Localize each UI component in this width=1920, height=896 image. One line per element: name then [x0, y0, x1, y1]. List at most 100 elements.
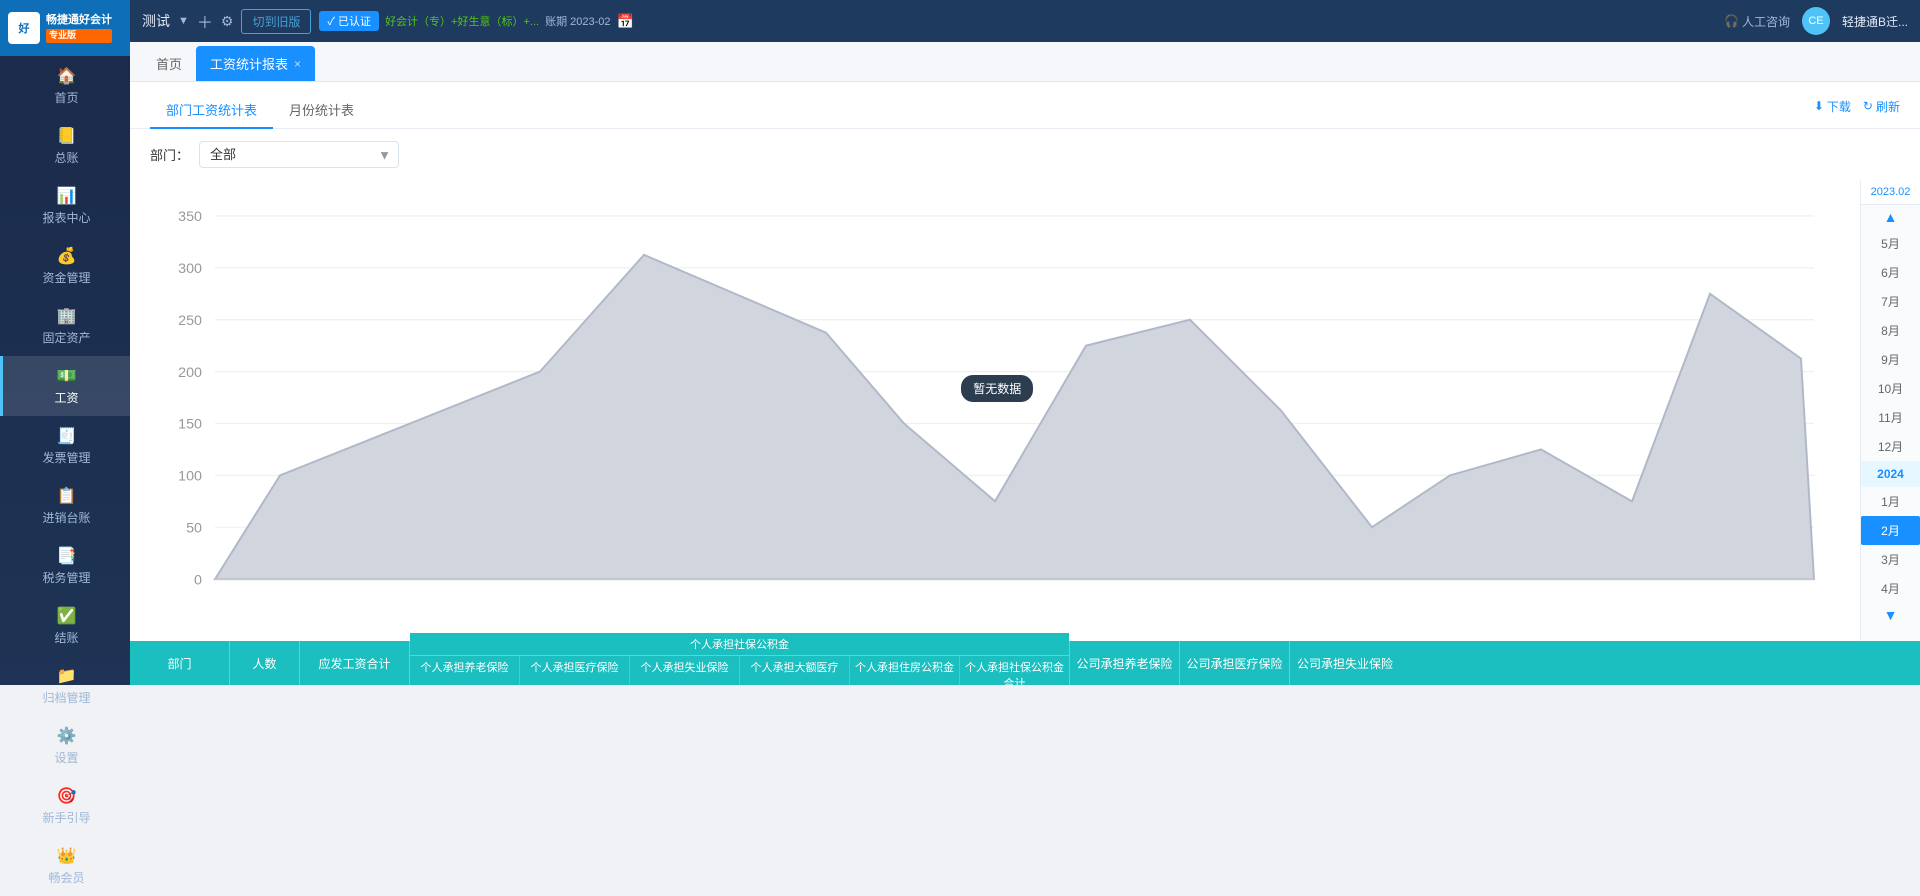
guide-icon: 🎯	[57, 786, 77, 806]
sidebar: 好 畅捷通好会计 专业版 🏠 首页 📒 总账 📊 报表中心 💰 资金管理 🏢 固…	[0, 0, 130, 685]
gear-icon[interactable]: ⚙	[221, 13, 234, 30]
sidebar-item-invoice[interactable]: 🧾 发票管理	[0, 416, 130, 476]
date-month-9[interactable]: 9月	[1861, 345, 1920, 374]
sub-tab-dept[interactable]: 部门工资统计表	[150, 92, 273, 129]
sub-tab-dept-label: 部门工资统计表	[166, 103, 257, 118]
col-personal-total: 个人承担社保公积金合计	[960, 656, 1069, 686]
col-headcount: 人数	[230, 641, 300, 685]
invoice-icon: 🧾	[57, 426, 77, 446]
col-total-salary: 应发工资合计	[300, 641, 410, 685]
settlement-icon: ✅	[57, 606, 77, 626]
logo-icon: 好	[8, 12, 40, 44]
tab-salary-report[interactable]: 工资统计报表 ×	[196, 46, 315, 81]
dept-filter-wrap: 全部 部门1 部门2 ▼	[199, 141, 399, 168]
sidebar-label-trade: 进销台账	[42, 509, 90, 526]
table-header-bar: 部门 人数 应发工资合计 个人承担社保公积金 个人承担养老保险 个人承担医疗	[130, 641, 1920, 685]
account-type-badge: 好会计（专）+好生意（标）+...	[385, 13, 539, 29]
member-icon: 👑	[57, 846, 77, 866]
col-total-salary-label: 应发工资合计	[318, 655, 390, 672]
svg-text:350: 350	[178, 209, 202, 225]
date-month-apr[interactable]: 4月	[1861, 574, 1920, 603]
sidebar-item-member[interactable]: 👑 畅会员	[0, 836, 130, 896]
calendar-icon[interactable]: 📅	[617, 13, 634, 30]
download-label: 下载	[1827, 98, 1851, 115]
download-icon: ⬇	[1814, 99, 1824, 113]
sidebar-label-guide: 新手引导	[42, 809, 90, 826]
sidebar-item-ledger[interactable]: 📒 总账	[0, 116, 130, 176]
username: 轻捷通B迁...	[1842, 13, 1908, 30]
tab-salary-report-label: 工资统计报表	[210, 54, 288, 73]
sidebar-item-settings[interactable]: ⚙️ 设置	[0, 716, 130, 776]
sidebar-item-salary[interactable]: 💵 工资	[0, 356, 130, 416]
sidebar-item-settlement[interactable]: ✅ 结账	[0, 596, 130, 656]
col-company-unemployment: 公司承担失业保险	[1290, 641, 1400, 685]
sidebar-label-salary: 工资	[54, 389, 78, 406]
col-company-pension-label: 公司承担养老保险	[1076, 655, 1172, 672]
tab-home[interactable]: 首页	[142, 46, 196, 81]
dept-filter-label: 部门：	[150, 145, 189, 164]
sub-tab-actions: ⬇ 下载 ↻ 刷新	[1814, 98, 1900, 123]
switch-version-button[interactable]: 切到旧版	[241, 9, 311, 34]
sidebar-item-tax[interactable]: 📑 税务管理	[0, 536, 130, 596]
sidebar-label-archive: 归档管理	[42, 689, 90, 706]
date-month-jan[interactable]: 1月	[1861, 487, 1920, 516]
sidebar-label-tax: 税务管理	[42, 569, 90, 586]
date-month-10[interactable]: 10月	[1861, 374, 1920, 403]
topbar-header: 测试 ▼ ＋ ⚙ 切到旧版 ✓ 已认证 好会计（专）+好生意（标）+... 账期…	[130, 0, 1920, 42]
svg-text:200: 200	[178, 365, 202, 381]
dept-filter-select[interactable]: 全部 部门1 部门2	[199, 141, 399, 168]
sidebar-item-assets[interactable]: 🏢 固定资产	[0, 296, 130, 356]
help-label: 人工咨询	[1742, 13, 1790, 30]
sidebar-label-settlement: 结账	[54, 629, 78, 646]
date-month-12[interactable]: 12月	[1861, 432, 1920, 461]
refresh-icon: ↻	[1863, 99, 1873, 113]
refresh-button[interactable]: ↻ 刷新	[1863, 98, 1900, 115]
main-area: 测试 ▼ ＋ ⚙ 切到旧版 ✓ 已认证 好会计（专）+好生意（标）+... 账期…	[130, 0, 1920, 685]
col-headcount-label: 人数	[252, 655, 276, 672]
col-dept-label: 部门	[167, 655, 191, 672]
date-next-nav[interactable]: ▼	[1880, 603, 1902, 627]
date-month-feb[interactable]: 2月	[1861, 516, 1920, 545]
sidebar-item-funds[interactable]: 💰 资金管理	[0, 236, 130, 296]
tabs-bar: 首页 工资统计报表 ×	[130, 42, 1920, 82]
col-company-pension: 公司承担养老保险	[1070, 641, 1180, 685]
download-button[interactable]: ⬇ 下载	[1814, 98, 1851, 115]
date-year-2024[interactable]: 2024	[1861, 461, 1920, 487]
date-prev-nav[interactable]: ▲	[1880, 205, 1902, 229]
sub-tab-month[interactable]: 月份统计表	[273, 92, 370, 129]
date-month-11[interactable]: 11月	[1861, 403, 1920, 432]
sidebar-item-trade[interactable]: 📋 进销台账	[0, 476, 130, 536]
trade-icon: 📋	[57, 486, 77, 506]
help-button[interactable]: 🎧 人工咨询	[1724, 13, 1790, 30]
chart-svg-wrap: 350 300 250 200 150 100 50 0	[150, 190, 1840, 631]
sidebar-item-guide[interactable]: 🎯 新手引导	[0, 776, 130, 836]
sidebar-label-member: 畅会员	[48, 869, 84, 886]
sidebar-item-reports[interactable]: 📊 报表中心	[0, 176, 130, 236]
date-month-6[interactable]: 6月	[1861, 258, 1920, 287]
sidebar-item-archive[interactable]: 📁 归档管理	[0, 656, 130, 716]
date-month-5[interactable]: 5月	[1861, 229, 1920, 258]
ledger-icon: 📒	[57, 126, 77, 146]
topbar-badges: ✓ 已认证 好会计（专）+好生意（标）+... 账期 2023-02 📅	[319, 11, 1716, 31]
close-tab-icon[interactable]: ×	[294, 57, 301, 71]
archive-icon: 📁	[57, 666, 77, 686]
col-company-medical: 公司承担医疗保险	[1180, 641, 1290, 685]
sidebar-label-invoice: 发票管理	[42, 449, 90, 466]
svg-text:100: 100	[178, 469, 202, 485]
col-dept: 部门	[130, 641, 230, 685]
svg-text:300: 300	[178, 261, 202, 277]
col-personal-pension: 个人承担养老保险	[410, 656, 520, 686]
date-month-mar[interactable]: 3月	[1861, 545, 1920, 574]
date-month-8[interactable]: 8月	[1861, 316, 1920, 345]
date-panel-current: 2023.02	[1861, 180, 1920, 205]
svg-text:150: 150	[178, 417, 202, 433]
sidebar-label-funds: 资金管理	[42, 269, 90, 286]
dropdown-arrow-icon[interactable]: ▼	[178, 15, 189, 27]
sidebar-item-home[interactable]: 🏠 首页	[0, 56, 130, 116]
date-month-7[interactable]: 7月	[1861, 287, 1920, 316]
chart-area: 350 300 250 200 150 100 50 0	[130, 180, 1920, 641]
certified-badge: ✓ 已认证	[319, 11, 379, 31]
add-button[interactable]: ＋	[197, 9, 213, 33]
reports-icon: 📊	[57, 186, 77, 206]
tab-home-label: 首页	[156, 54, 182, 73]
